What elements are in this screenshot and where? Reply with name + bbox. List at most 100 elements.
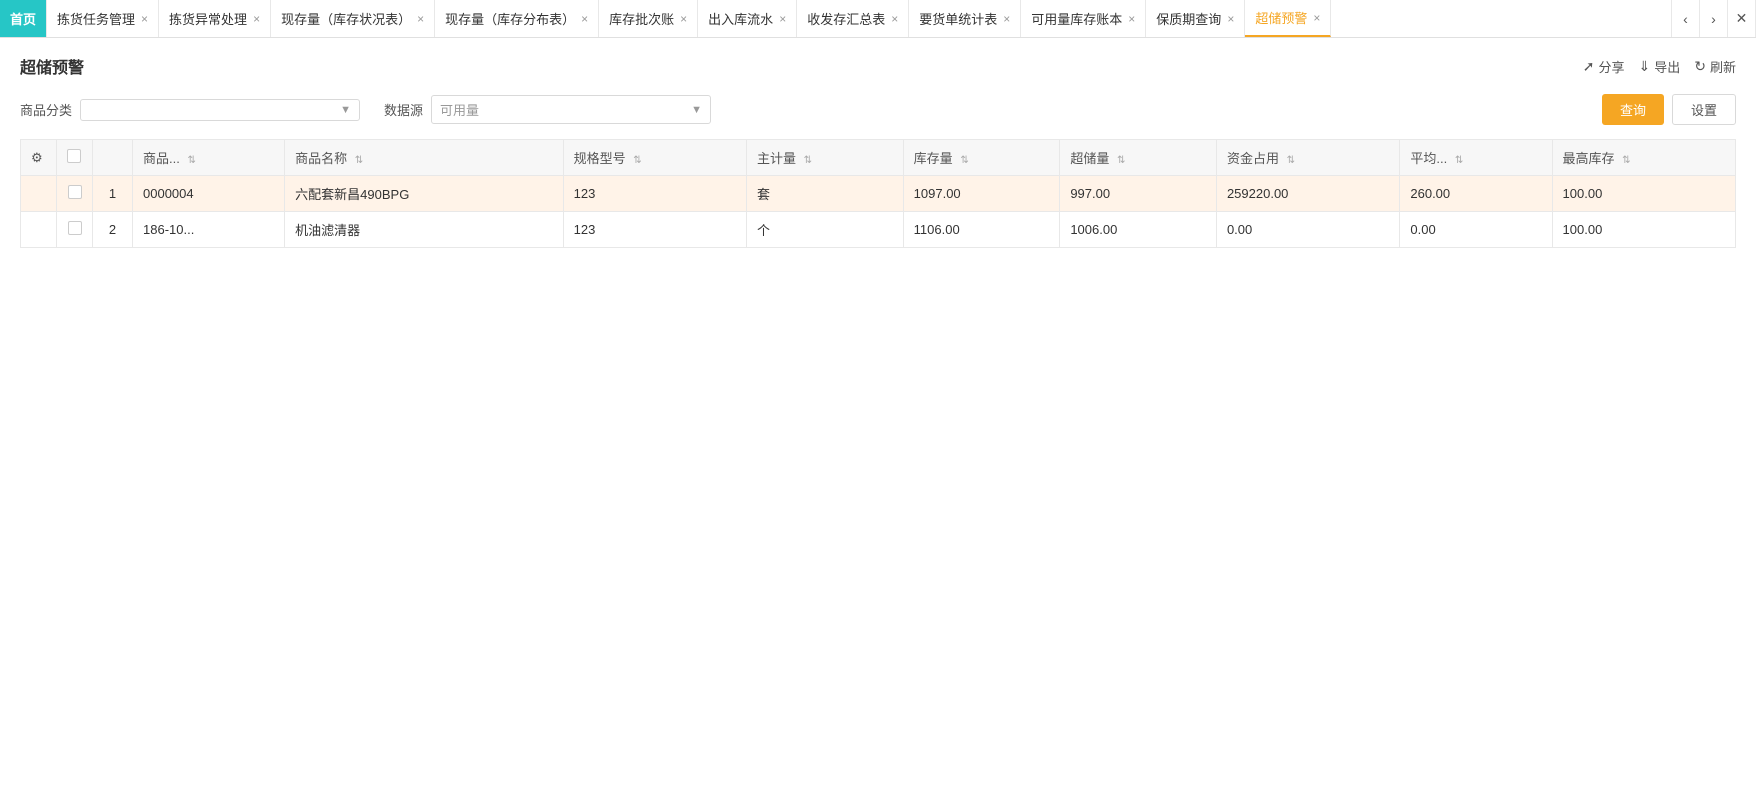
th-settings[interactable]: ⚙ (21, 140, 57, 176)
tab-close-8[interactable]: × (1128, 13, 1135, 25)
td-stock-1: 1106.00 (903, 212, 1060, 248)
tab-2[interactable]: 现存量（库存状况表） × (271, 0, 435, 37)
tab-9[interactable]: 保质期查询 × (1146, 0, 1245, 37)
share-btn[interactable]: ➚ 分享 (1583, 57, 1625, 76)
tab-close-3[interactable]: × (581, 13, 588, 25)
tab-close-2[interactable]: × (417, 13, 424, 25)
export-label: 导出 (1654, 57, 1680, 76)
th-max-stock[interactable]: 最高库存 ⇅ (1552, 140, 1735, 176)
sort-icon-over-stock: ⇅ (1117, 155, 1125, 166)
filter-buttons: 查询 设置 (1602, 94, 1736, 125)
row-checkbox-0[interactable] (68, 185, 82, 199)
td-product-name-0: 六配套新昌490BPG (285, 176, 563, 212)
category-select[interactable]: ▼ (80, 99, 360, 121)
export-btn[interactable]: ⇓ 导出 (1639, 57, 1681, 76)
select-all-checkbox[interactable] (67, 149, 81, 163)
refresh-label: 刷新 (1710, 57, 1736, 76)
tab-close-0[interactable]: × (141, 13, 148, 25)
tab-close-9[interactable]: × (1227, 13, 1234, 25)
settings-button[interactable]: 设置 (1672, 94, 1736, 125)
th-spec-label: 规格型号 (574, 151, 626, 166)
th-product-name[interactable]: 商品名称 ⇅ (285, 140, 563, 176)
row-checkbox-1[interactable] (68, 221, 82, 235)
tab-5[interactable]: 出入库流水 × (698, 0, 797, 37)
sort-icon-capital: ⇅ (1287, 155, 1295, 166)
sort-icon-stock: ⇅ (960, 155, 968, 166)
home-label: 首页 (10, 9, 36, 28)
tab-close-5[interactable]: × (779, 13, 786, 25)
td-rownum-0: 1 (93, 176, 133, 212)
tab-label-5: 出入库流水 (708, 9, 773, 28)
th-rownum (93, 140, 133, 176)
th-over-stock[interactable]: 超储量 ⇅ (1060, 140, 1217, 176)
td-settings-1 (21, 212, 57, 248)
tab-close-4[interactable]: × (680, 13, 687, 25)
tab-6[interactable]: 收发存汇总表 × (797, 0, 909, 37)
tab-3[interactable]: 现存量（库存分布表） × (435, 0, 599, 37)
query-button[interactable]: 查询 (1602, 94, 1664, 125)
td-unit-1: 个 (747, 212, 904, 248)
tab-close-6[interactable]: × (891, 13, 898, 25)
tab-close-1[interactable]: × (253, 13, 260, 25)
category-filter-group: 商品分类 ▼ (20, 99, 360, 121)
category-chevron-icon: ▼ (340, 104, 351, 116)
refresh-btn[interactable]: ↻ 刷新 (1694, 57, 1736, 76)
tab-next-btn[interactable]: › (1700, 0, 1728, 38)
tab-close-btn[interactable]: ✕ (1728, 0, 1756, 38)
td-checkbox-1[interactable] (57, 212, 93, 248)
page-header: 超储预警 ➚ 分享 ⇓ 导出 ↻ 刷新 (20, 54, 1736, 78)
td-unit-0: 套 (747, 176, 904, 212)
sort-icon-unit: ⇅ (804, 155, 812, 166)
tab-label-3: 现存量（库存分布表） (445, 9, 575, 28)
tab-10[interactable]: 超储预警 × (1245, 0, 1331, 37)
td-rownum-1: 2 (93, 212, 133, 248)
td-avg-1: 0.00 (1400, 212, 1552, 248)
datasource-select[interactable]: 可用量 ▼ (431, 95, 711, 124)
share-icon: ➚ (1583, 58, 1595, 75)
sort-icon-max-stock: ⇅ (1622, 155, 1630, 166)
tab-label-0: 拣货任务管理 (57, 9, 135, 28)
th-product-code[interactable]: 商品... ⇅ (133, 140, 285, 176)
sort-icon-spec: ⇅ (633, 155, 641, 166)
td-stock-0: 1097.00 (903, 176, 1060, 212)
tab-0[interactable]: 拣货任务管理 × (47, 0, 159, 37)
tab-label-6: 收发存汇总表 (807, 9, 885, 28)
tab-8[interactable]: 可用量库存账本× (1021, 0, 1146, 37)
filter-bar: 商品分类 ▼ 数据源 可用量 ▼ 查询 设置 (20, 94, 1736, 125)
tab-label-4: 库存批次账 (609, 9, 674, 28)
tab-1[interactable]: 拣货异常处理× (159, 0, 271, 37)
tab-label-9: 保质期查询 (1156, 9, 1221, 28)
th-spec[interactable]: 规格型号 ⇅ (563, 140, 746, 176)
th-checkbox[interactable] (57, 140, 93, 176)
th-unit-label: 主计量 (757, 151, 796, 166)
th-unit[interactable]: 主计量 ⇅ (747, 140, 904, 176)
export-icon: ⇓ (1639, 58, 1651, 75)
td-over-stock-0: 997.00 (1060, 176, 1217, 212)
table-header-row: ⚙ 商品... ⇅ 商品名称 ⇅ 规格型号 ⇅ (21, 140, 1736, 176)
td-spec-1: 123 (563, 212, 746, 248)
tab-7[interactable]: 要货单统计表× (909, 0, 1021, 37)
tab-prev-btn[interactable]: ‹ (1672, 0, 1700, 38)
sort-icon-avg: ⇅ (1455, 155, 1463, 166)
th-capital-label: 资金占用 (1227, 151, 1279, 166)
td-checkbox-0[interactable] (57, 176, 93, 212)
td-max-stock-0: 100.00 (1552, 176, 1735, 212)
td-max-stock-1: 100.00 (1552, 212, 1735, 248)
tab-close-7[interactable]: × (1003, 13, 1010, 25)
tab-label-2: 现存量（库存状况表） (281, 9, 411, 28)
share-label: 分享 (1598, 57, 1624, 76)
datasource-chevron-icon: ▼ (691, 104, 702, 116)
page-title: 超储预警 (20, 54, 84, 78)
tab-close-10[interactable]: × (1313, 12, 1320, 24)
th-avg[interactable]: 平均... ⇅ (1400, 140, 1552, 176)
td-capital-1: 0.00 (1216, 212, 1399, 248)
th-max-stock-label: 最高库存 (1563, 151, 1615, 166)
td-settings-0 (21, 176, 57, 212)
settings-icon: ⚙ (31, 150, 43, 165)
tab-label-10: 超储预警 (1255, 8, 1307, 27)
th-capital[interactable]: 资金占用 ⇅ (1216, 140, 1399, 176)
td-product-code-1: 186-10... (133, 212, 285, 248)
tab-4[interactable]: 库存批次账 × (599, 0, 698, 37)
home-tab[interactable]: 首页 (0, 0, 47, 37)
th-stock[interactable]: 库存量 ⇅ (903, 140, 1060, 176)
